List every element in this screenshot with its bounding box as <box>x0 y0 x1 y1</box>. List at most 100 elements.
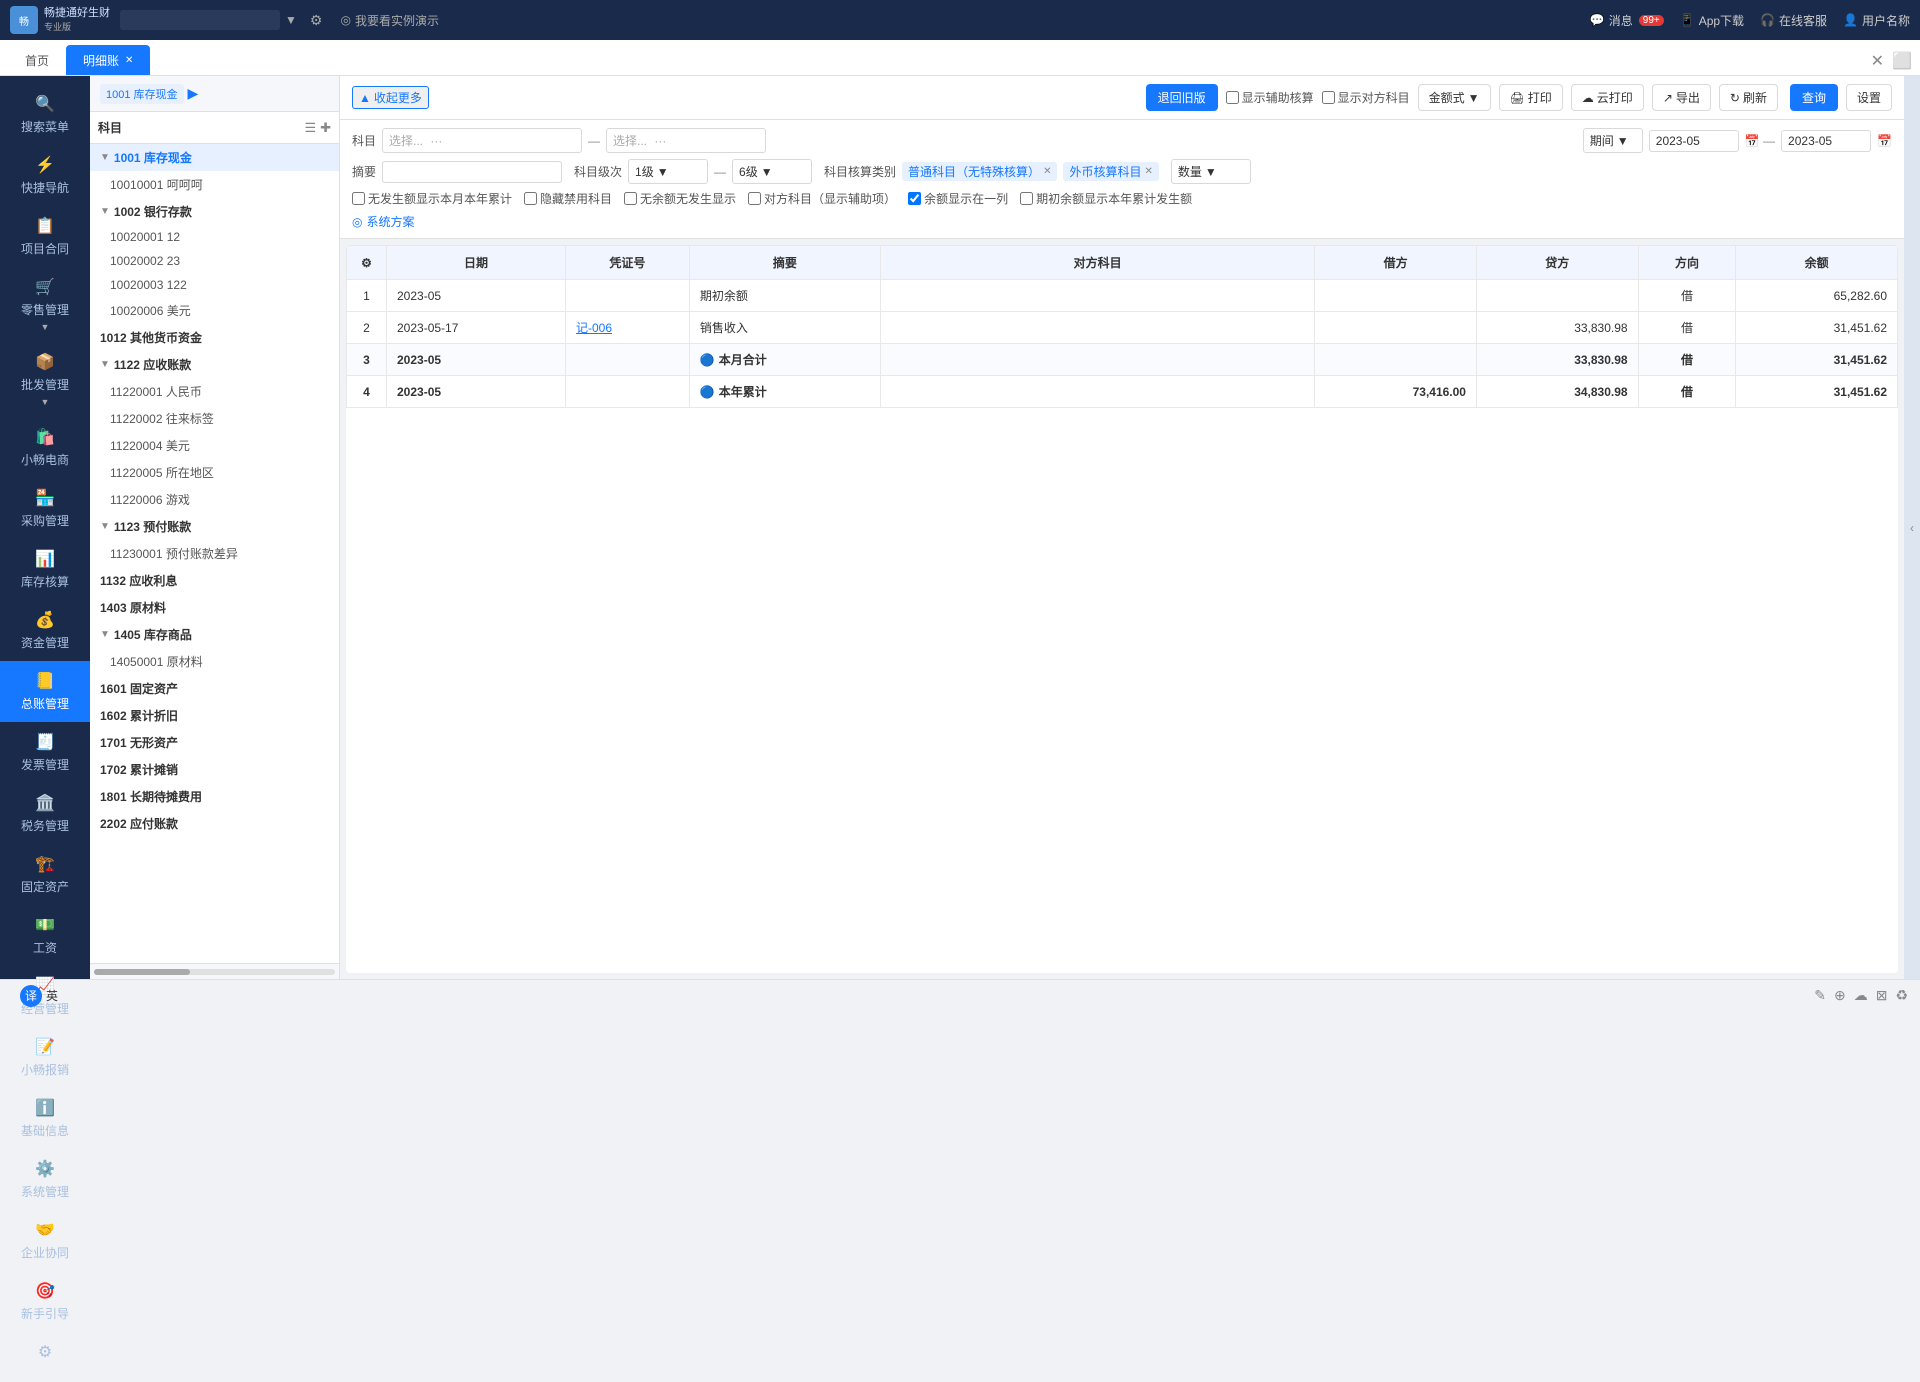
cb-no-balance-input[interactable] <box>624 192 637 205</box>
period-end-input[interactable] <box>1781 130 1871 152</box>
sidebar-item-ledger[interactable]: 📒 总账管理 <box>0 661 90 722</box>
right-sidebar-toggle[interactable]: ‹ <box>1904 76 1920 979</box>
top-search-input[interactable] <box>120 10 280 30</box>
tree-item-14050001[interactable]: 14050001 原材料 <box>90 648 339 675</box>
tree-item-1405[interactable]: ▼ 1405 库存商品 <box>90 621 339 648</box>
tab-ledger[interactable]: 明细账 ✕ <box>66 45 150 75</box>
show-aux-input[interactable] <box>1226 91 1239 104</box>
cb-hide-disabled-input[interactable] <box>524 192 537 205</box>
tab-close-icon[interactable]: ✕ <box>125 55 133 66</box>
subject-input[interactable]: 选择... ··· <box>382 128 582 153</box>
level-from-select[interactable]: 1级 ▼ <box>628 159 708 184</box>
cb-no-balance[interactable]: 无余额无发生显示 <box>624 190 736 207</box>
tree-item-10010001[interactable]: 10010001 呵呵呵 <box>90 171 339 198</box>
sidebar-item-bottom-settings[interactable]: ⚙ <box>34 1332 56 1372</box>
tab-home[interactable]: 首页 <box>8 45 66 75</box>
messages-btn[interactable]: 💬 消息 99+ <box>1590 12 1664 29</box>
cb-balance-col-input[interactable] <box>908 192 921 205</box>
tree-item-1002[interactable]: ▼ 1002 银行存款 <box>90 198 339 225</box>
tree-item-2202[interactable]: 2202 应付账款 <box>90 810 339 837</box>
tree-item-1602[interactable]: 1602 累计折旧 <box>90 702 339 729</box>
search-dropdown-icon[interactable]: ▼ <box>285 13 297 27</box>
category-tag-2[interactable]: 外币核算科目 ✕ <box>1063 162 1158 181</box>
cb-contra-input[interactable] <box>748 192 761 205</box>
th-settings[interactable]: ⚙ <box>347 246 387 280</box>
tree-item-1001[interactable]: ▼ 1001 库存现金 <box>90 144 339 171</box>
show-contra-checkbox[interactable]: 显示对方科目 <box>1322 89 1410 106</box>
cb-balance-col[interactable]: 余额显示在一列 <box>908 190 1008 207</box>
sidebar-item-sysadmin[interactable]: ⚙️ 系统管理 <box>0 1149 90 1210</box>
tree-item-1801[interactable]: 1801 长期待摊费用 <box>90 783 339 810</box>
tree-item-1132[interactable]: 1132 应收利息 <box>90 567 339 594</box>
tab-close-btn[interactable]: ✕ <box>1871 51 1884 71</box>
sidebar-item-expense[interactable]: 📝 小畅报销 <box>0 1027 90 1088</box>
export-btn[interactable]: ↗ 导出 <box>1652 84 1711 111</box>
cb-no-occur[interactable]: 无发生额显示本月本年累计 <box>352 190 512 207</box>
summary-input[interactable] <box>382 161 562 183</box>
sidebar-item-retail[interactable]: 🛒 零售管理 ▼ <box>0 267 90 342</box>
print-btn[interactable]: 🖨 打印 <box>1499 84 1563 111</box>
sidebar-item-invoice[interactable]: 🧾 发票管理 <box>0 722 90 783</box>
grid-status-icon[interactable]: ⊠ <box>1876 987 1888 1004</box>
tree-item-1702[interactable]: 1702 累计摊销 <box>90 756 339 783</box>
sidebar-item-ecommerce[interactable]: 🛍️ 小畅电商 <box>0 417 90 478</box>
online-service-btn[interactable]: 🎧 在线客服 <box>1760 12 1827 29</box>
tree-item-1403[interactable]: 1403 原材料 <box>90 594 339 621</box>
tree-item-10020002[interactable]: 10020002 23 <box>90 249 339 273</box>
edit-status-icon[interactable]: ✎ <box>1814 987 1826 1004</box>
tree-item-11220005[interactable]: 11220005 所在地区 <box>90 459 339 486</box>
tree-item-10020001[interactable]: 10020001 12 <box>90 225 339 249</box>
sidebar-item-fixedasset[interactable]: 🏗️ 固定资产 <box>0 844 90 905</box>
recycle-status-icon[interactable]: ♻ <box>1895 987 1908 1004</box>
user-avatar[interactable]: 👤 用户名称 <box>1843 12 1910 29</box>
period-calendar-icon[interactable]: 📅 <box>1877 134 1892 148</box>
tree-item-10020003[interactable]: 10020003 122 <box>90 273 339 297</box>
settings-btn[interactable]: 设置 <box>1846 84 1892 111</box>
collapse-more-btn[interactable]: ▲ 收起更多 <box>352 86 429 109</box>
tree-item-1012[interactable]: 1012 其他货币资金 <box>90 324 339 351</box>
sidebar-item-tax[interactable]: 🏛️ 税务管理 <box>0 783 90 844</box>
show-aux-checkbox[interactable]: 显示辅助核算 <box>1226 89 1314 106</box>
tree-item-11230001[interactable]: 11230001 预付账款差异 <box>90 540 339 567</box>
filter-add-icon[interactable]: ✚ <box>320 120 331 136</box>
sidebar-item-search[interactable]: 🔍 搜索菜单 <box>0 84 90 145</box>
sidebar-item-collab[interactable]: 🤝 企业协同 <box>0 1210 90 1271</box>
sidebar-item-project[interactable]: 📋 项目合同 <box>0 206 90 267</box>
cb-hide-disabled[interactable]: 隐藏禁用科目 <box>524 190 612 207</box>
tree-item-11220006[interactable]: 11220006 游戏 <box>90 486 339 513</box>
sidebar-item-inventory[interactable]: 📊 库存核算 <box>0 539 90 600</box>
horizontal-scrollbar[interactable] <box>90 964 339 979</box>
sidebar-item-wholesale[interactable]: 📦 批发管理 ▼ <box>0 342 90 417</box>
tree-item-10020006[interactable]: 10020006 美元 <box>90 297 339 324</box>
tree-item-1601[interactable]: 1601 固定资产 <box>90 675 339 702</box>
amount-mode-btn[interactable]: 金额式 ▼ <box>1418 84 1491 111</box>
subject-end-more-icon[interactable]: ··· <box>654 134 666 148</box>
period-mode-select[interactable]: 期间 ▼ <box>1583 128 1643 153</box>
subject-more-icon[interactable]: ··· <box>430 134 442 148</box>
back-old-btn[interactable]: 退回旧版 <box>1146 84 1218 111</box>
sidebar-item-funds[interactable]: 💰 资金管理 <box>0 600 90 661</box>
tree-item-11220002[interactable]: 11220002 往来标签 <box>90 405 339 432</box>
cb-opening-acc-input[interactable] <box>1020 192 1033 205</box>
tab-restore-btn[interactable]: ⬜ <box>1892 51 1912 71</box>
tree-item-1123[interactable]: ▼ 1123 预付账款 <box>90 513 339 540</box>
subject-input-end[interactable]: 选择... ··· <box>606 128 766 153</box>
app-download-btn[interactable]: 📱 App下载 <box>1680 12 1744 29</box>
refresh-btn[interactable]: ↻ 刷新 <box>1719 84 1778 111</box>
sidebar-item-purchase[interactable]: 🏪 采购管理 <box>0 478 90 539</box>
cloud-status-icon[interactable]: ☁ <box>1854 987 1868 1004</box>
sidebar-item-basic[interactable]: ℹ️ 基础信息 <box>0 1088 90 1149</box>
cb-contra[interactable]: 对方科目（显示辅助项） <box>748 190 896 207</box>
show-contra-input[interactable] <box>1322 91 1335 104</box>
sidebar-item-payroll[interactable]: 💵 工资 <box>0 905 90 966</box>
demo-link[interactable]: ◎ 我要看实例演示 <box>340 12 439 29</box>
tree-item-1122[interactable]: ▼ 1122 应收账款 <box>90 351 339 378</box>
voucher-link-2[interactable]: 记-006 <box>576 321 612 335</box>
settings-icon[interactable]: ⚙ <box>310 12 323 29</box>
cb-no-occur-input[interactable] <box>352 192 365 205</box>
add-status-icon[interactable]: ⊕ <box>1834 987 1846 1004</box>
tree-item-1701[interactable]: 1701 无形资产 <box>90 729 339 756</box>
cloud-print-btn[interactable]: ☁ 云打印 <box>1571 84 1644 111</box>
category-tag-1[interactable]: 普通科目（无特殊核算） ✕ <box>902 162 1057 181</box>
breadcrumb-arrow-icon[interactable]: ▶ <box>188 85 199 102</box>
